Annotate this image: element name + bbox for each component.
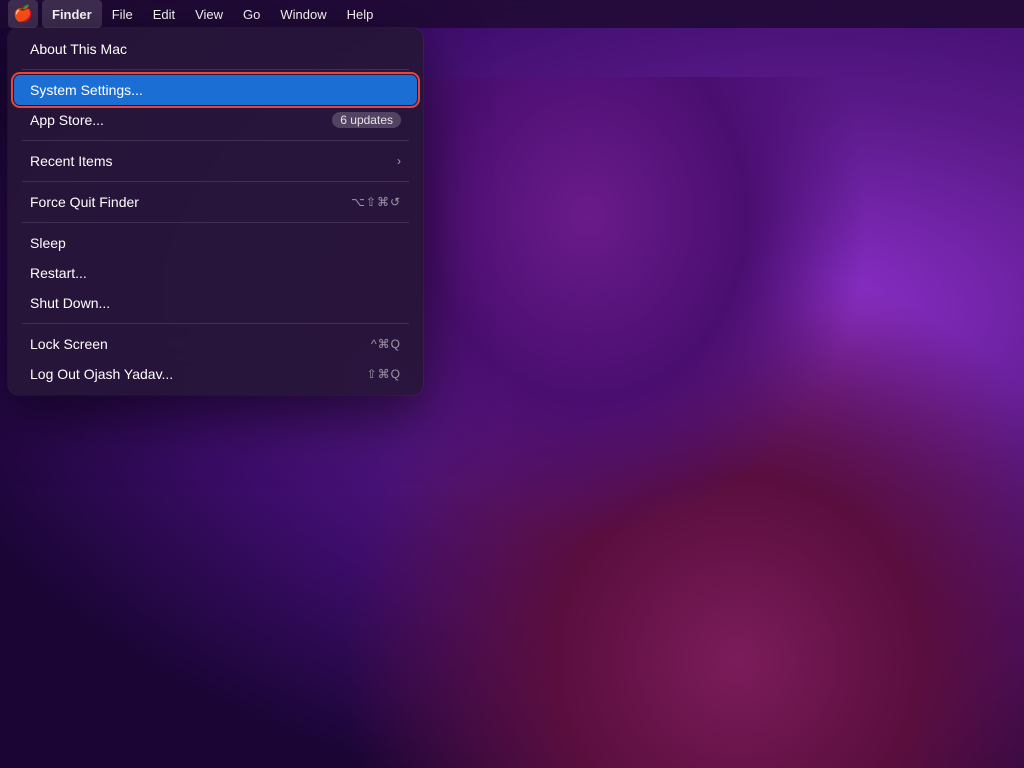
menu-divider-4 [22,323,409,324]
menubar-item-window[interactable]: Window [270,0,336,28]
menubar-item-view[interactable]: View [185,0,233,28]
menu-item-log-out[interactable]: Log Out Ojash Yadav... ⇧⌘Q [14,359,417,389]
chevron-right-icon: › [397,154,401,168]
menu-item-restart[interactable]: Restart... [14,258,417,288]
menubar-item-finder[interactable]: Finder [42,0,102,28]
force-quit-shortcut: ⌥⇧⌘↺ [351,195,401,209]
app-store-badge: 6 updates [332,112,401,128]
lock-screen-shortcut: ^⌘Q [371,337,401,351]
menu-item-lock-screen[interactable]: Lock Screen ^⌘Q [14,329,417,359]
menu-item-force-quit[interactable]: Force Quit Finder ⌥⇧⌘↺ [14,187,417,217]
menubar: 🍎 Finder File Edit View Go Window Help [0,0,1024,28]
apple-dropdown-menu: About This Mac System Settings... App St… [8,28,423,395]
menu-item-app-store[interactable]: App Store... 6 updates [14,105,417,135]
menu-item-recent-items[interactable]: Recent Items › [14,146,417,176]
menu-item-about[interactable]: About This Mac [14,34,417,64]
menu-divider-3 [22,222,409,223]
menu-divider-2 [22,181,409,182]
menu-item-sleep[interactable]: Sleep [14,228,417,258]
apple-menu-button[interactable]: 🍎 [8,0,38,28]
menubar-item-help[interactable]: Help [337,0,384,28]
menubar-item-go[interactable]: Go [233,0,270,28]
menu-item-shut-down[interactable]: Shut Down... [14,288,417,318]
menubar-item-edit[interactable]: Edit [143,0,185,28]
apple-icon: 🍎 [13,4,33,24]
menu-divider-1 [22,140,409,141]
menubar-item-file[interactable]: File [102,0,143,28]
menu-item-system-settings[interactable]: System Settings... [14,75,417,105]
menu-divider-0 [22,69,409,70]
log-out-shortcut: ⇧⌘Q [367,367,401,381]
